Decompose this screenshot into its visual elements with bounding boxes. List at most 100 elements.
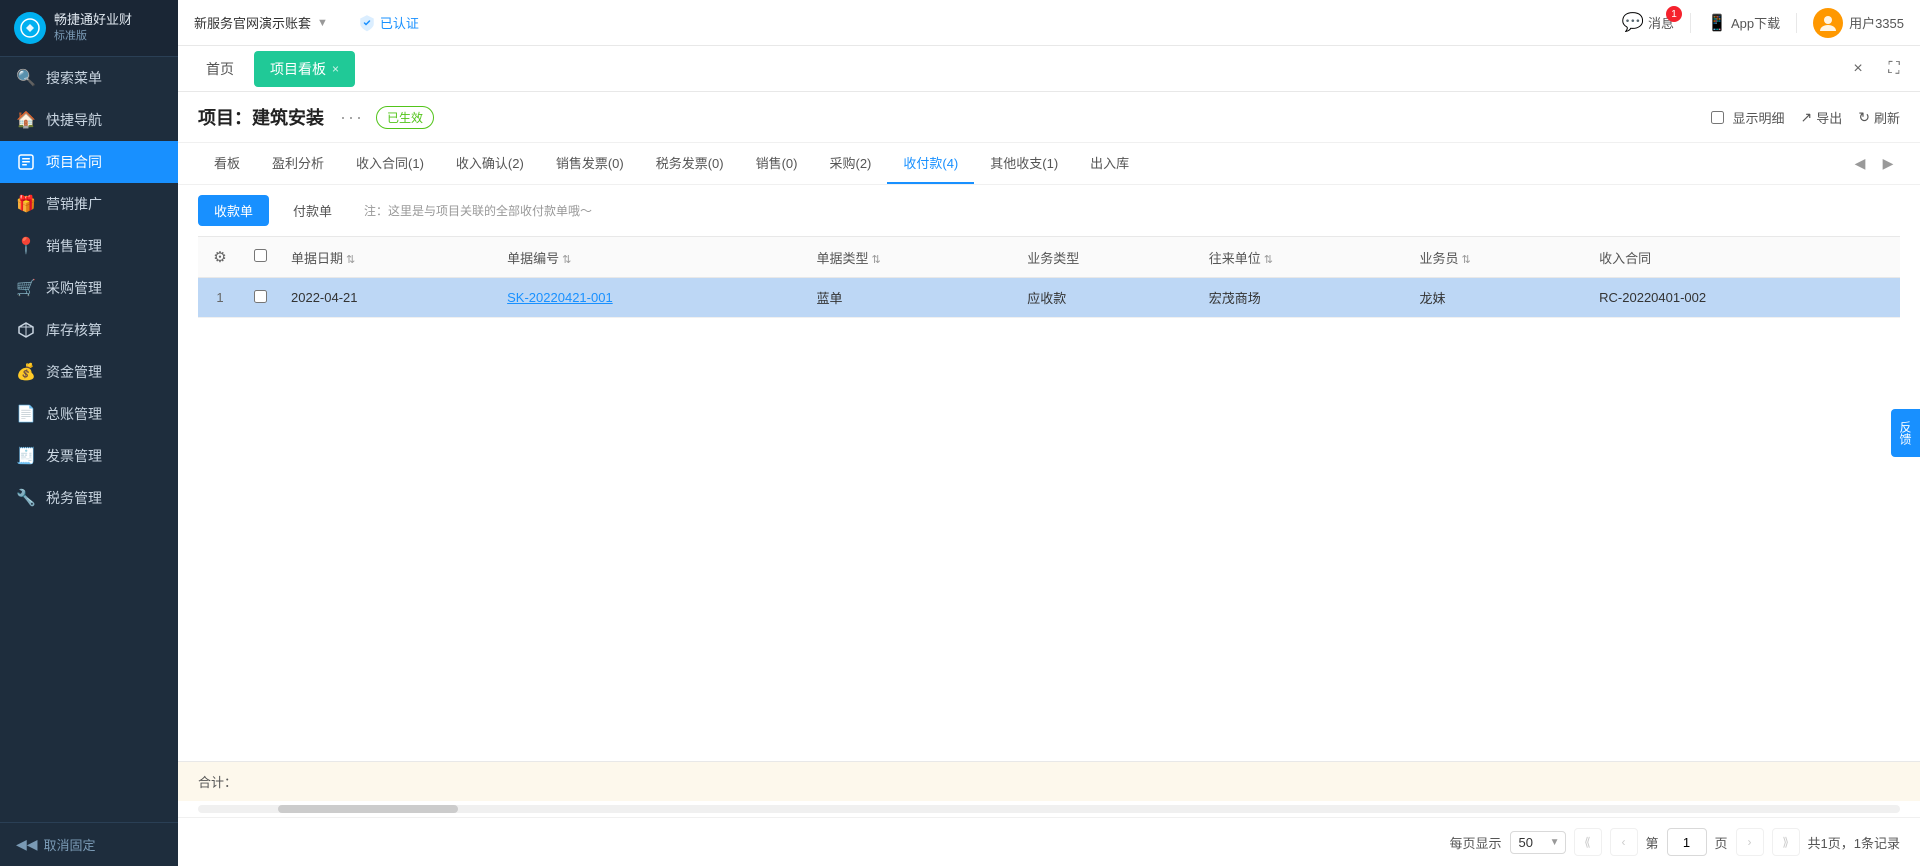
col-checkbox	[242, 237, 279, 278]
project-header: 项目：建筑安装 ··· 已生效 显示明细 ↗ 导出 ↻ 刷新	[178, 92, 1920, 143]
show-detail-input[interactable]	[1711, 111, 1724, 124]
sidebar-item-label: 发票管理	[46, 446, 102, 466]
sort-partner-icon[interactable]: ⇅	[1264, 254, 1273, 266]
project-actions: 显示明细 ↗ 导出 ↻ 刷新	[1711, 108, 1900, 127]
first-page-btn[interactable]: ⟪	[1574, 828, 1602, 856]
sidebar-item-label: 资金管理	[46, 362, 102, 382]
sidebar: 畅捷通好业财 标准版 🔍 搜索菜单 🏠 快捷导航 项目合同	[0, 0, 178, 866]
subtab-inout[interactable]: 出入库	[1074, 143, 1145, 184]
receipt-number-link[interactable]: SK-20220421-001	[507, 290, 613, 305]
subtab-other[interactable]: 其他收支(1)	[974, 143, 1074, 184]
user-menu[interactable]: 用户3355	[1813, 8, 1904, 38]
tab-close-icon[interactable]: ×	[332, 62, 339, 76]
divider2	[1796, 13, 1797, 33]
page-total-info: 共1页，1条记录	[1808, 833, 1900, 852]
subtab-sales-invoice[interactable]: 销售发票(0)	[540, 143, 640, 184]
home-icon: 🏠	[16, 110, 36, 130]
row-select-checkbox[interactable]	[254, 290, 267, 303]
sidebar-scroll: 🔍 搜索菜单 🏠 快捷导航 项目合同 🎁 营销推广	[0, 57, 178, 822]
window-close-btn[interactable]: ×	[1844, 55, 1872, 83]
feedback-btn[interactable]: 反馈	[1891, 409, 1920, 457]
per-page-label: 每页显示	[1449, 833, 1501, 852]
sidebar-unpin-btn[interactable]: ◀◀ 取消固定	[0, 822, 178, 866]
col-salesperson: 业务员⇅	[1407, 237, 1587, 278]
row-checkbox	[242, 278, 279, 318]
sidebar-item-label: 营销推广	[46, 194, 102, 214]
sidebar-item-ledger[interactable]: 📄 总账管理	[0, 393, 178, 435]
message-btn[interactable]: 💬 消息 1	[1622, 12, 1674, 33]
subtab-prev-btn[interactable]: ◀	[1848, 152, 1872, 176]
table-total-row: 合计：	[178, 761, 1920, 801]
export-icon: ↗	[1801, 109, 1813, 126]
sidebar-item-label: 搜索菜单	[46, 68, 102, 88]
search-icon: 🔍	[16, 68, 36, 88]
table-container: ⚙ 单据日期⇅ 单据编号⇅ 单据类型⇅	[178, 236, 1920, 761]
refresh-icon: ↻	[1858, 109, 1870, 126]
ledger-icon: 📄	[16, 404, 36, 424]
page-suffix: 页	[1715, 833, 1728, 852]
inventory-icon	[16, 320, 36, 340]
window-maximize-btn[interactable]: ⛶	[1880, 55, 1908, 83]
page-input[interactable]	[1667, 828, 1707, 856]
export-btn[interactable]: ↗ 导出	[1801, 108, 1843, 127]
message-badge: 1	[1666, 6, 1682, 22]
project-more-btn[interactable]: ···	[340, 107, 364, 128]
select-all-checkbox[interactable]	[254, 249, 267, 262]
project-name-text: 新服务官网演示账套	[194, 13, 311, 32]
topbar-project-selector[interactable]: 新服务官网演示账套 ▼	[194, 13, 328, 32]
tab-project-board[interactable]: 项目看板 ×	[254, 51, 355, 87]
app-download-btn[interactable]: 📱 App下载	[1707, 13, 1780, 33]
tab-home[interactable]: 首页	[190, 51, 250, 87]
inner-tabs-bar: 收款单 付款单 注：这里是与项目关联的全部收付款单哦～	[178, 185, 1920, 236]
purchase-icon: 🛒	[16, 278, 36, 298]
row-biz-type: 应收款	[1015, 278, 1197, 318]
sidebar-item-marketing[interactable]: 🎁 营销推广	[0, 183, 178, 225]
subtab-purchase[interactable]: 采购(2)	[813, 143, 887, 184]
app-logo-icon	[14, 12, 46, 44]
subtab-income-confirm[interactable]: 收入确认(2)	[440, 143, 540, 184]
subtab-payment[interactable]: 收付款(4)	[887, 143, 974, 184]
sidebar-item-tax[interactable]: 🔧 税务管理	[0, 477, 178, 519]
sort-salesperson-icon[interactable]: ⇅	[1462, 254, 1471, 266]
scroll-track	[198, 805, 1900, 813]
inner-tab-receipt[interactable]: 收款单	[198, 195, 269, 226]
sidebar-item-invoice[interactable]: 🧾 发票管理	[0, 435, 178, 477]
per-page-select[interactable]: 50 100 200	[1510, 831, 1566, 854]
row-income-contract: RC-20220401-002	[1587, 278, 1900, 318]
finance-icon: 💰	[16, 362, 36, 382]
next-page-btn[interactable]: ›	[1736, 828, 1764, 856]
subtab-income-contract[interactable]: 收入合同(1)	[340, 143, 440, 184]
mobile-icon: 📱	[1707, 13, 1727, 33]
scroll-thumb[interactable]	[278, 805, 458, 813]
prev-page-btn[interactable]: ‹	[1610, 828, 1638, 856]
subtab-kanban[interactable]: 看板	[198, 143, 256, 184]
col-partner: 往来单位⇅	[1197, 237, 1408, 278]
sort-date-icon[interactable]: ⇅	[346, 254, 355, 266]
subtab-profit[interactable]: 盈利分析	[256, 143, 340, 184]
sidebar-item-search[interactable]: 🔍 搜索菜单	[0, 57, 178, 99]
sidebar-item-purchase[interactable]: 🛒 采购管理	[0, 267, 178, 309]
sidebar-item-label: 销售管理	[46, 236, 102, 256]
refresh-btn[interactable]: ↻ 刷新	[1858, 108, 1900, 127]
sidebar-item-sales[interactable]: 📍 销售管理	[0, 225, 178, 267]
divider	[1690, 13, 1691, 33]
sidebar-item-quick-nav[interactable]: 🏠 快捷导航	[0, 99, 178, 141]
subtab-sales[interactable]: 销售(0)	[740, 143, 814, 184]
inner-tab-payment[interactable]: 付款单	[277, 195, 348, 226]
last-page-btn[interactable]: ⟫	[1772, 828, 1800, 856]
sidebar-item-label: 总账管理	[46, 404, 102, 424]
col-biz-type: 业务类型	[1015, 237, 1197, 278]
show-detail-checkbox[interactable]: 显示明细	[1711, 108, 1784, 127]
sidebar-item-inventory[interactable]: 库存核算	[0, 309, 178, 351]
sidebar-item-label: 快捷导航	[46, 110, 102, 130]
project-icon	[16, 152, 36, 172]
settings-icon[interactable]: ⚙	[210, 247, 230, 267]
subtab-tax-invoice[interactable]: 税务发票(0)	[640, 143, 740, 184]
sort-number-icon[interactable]: ⇅	[562, 254, 571, 266]
sidebar-item-project-contract[interactable]: 项目合同	[0, 141, 178, 183]
sidebar-item-finance[interactable]: 💰 资金管理	[0, 351, 178, 393]
table-row[interactable]: 1 2022-04-21 SK-20220421-001 蓝单 应收款 宏茂商场…	[198, 278, 1900, 318]
pagination-bar: 每页显示 50 100 200 ⟪ ‹ 第 页 › ⟫ 共1页，1条记录	[178, 817, 1920, 866]
sort-type-icon[interactable]: ⇅	[872, 254, 881, 266]
subtab-next-btn[interactable]: ▶	[1876, 152, 1900, 176]
